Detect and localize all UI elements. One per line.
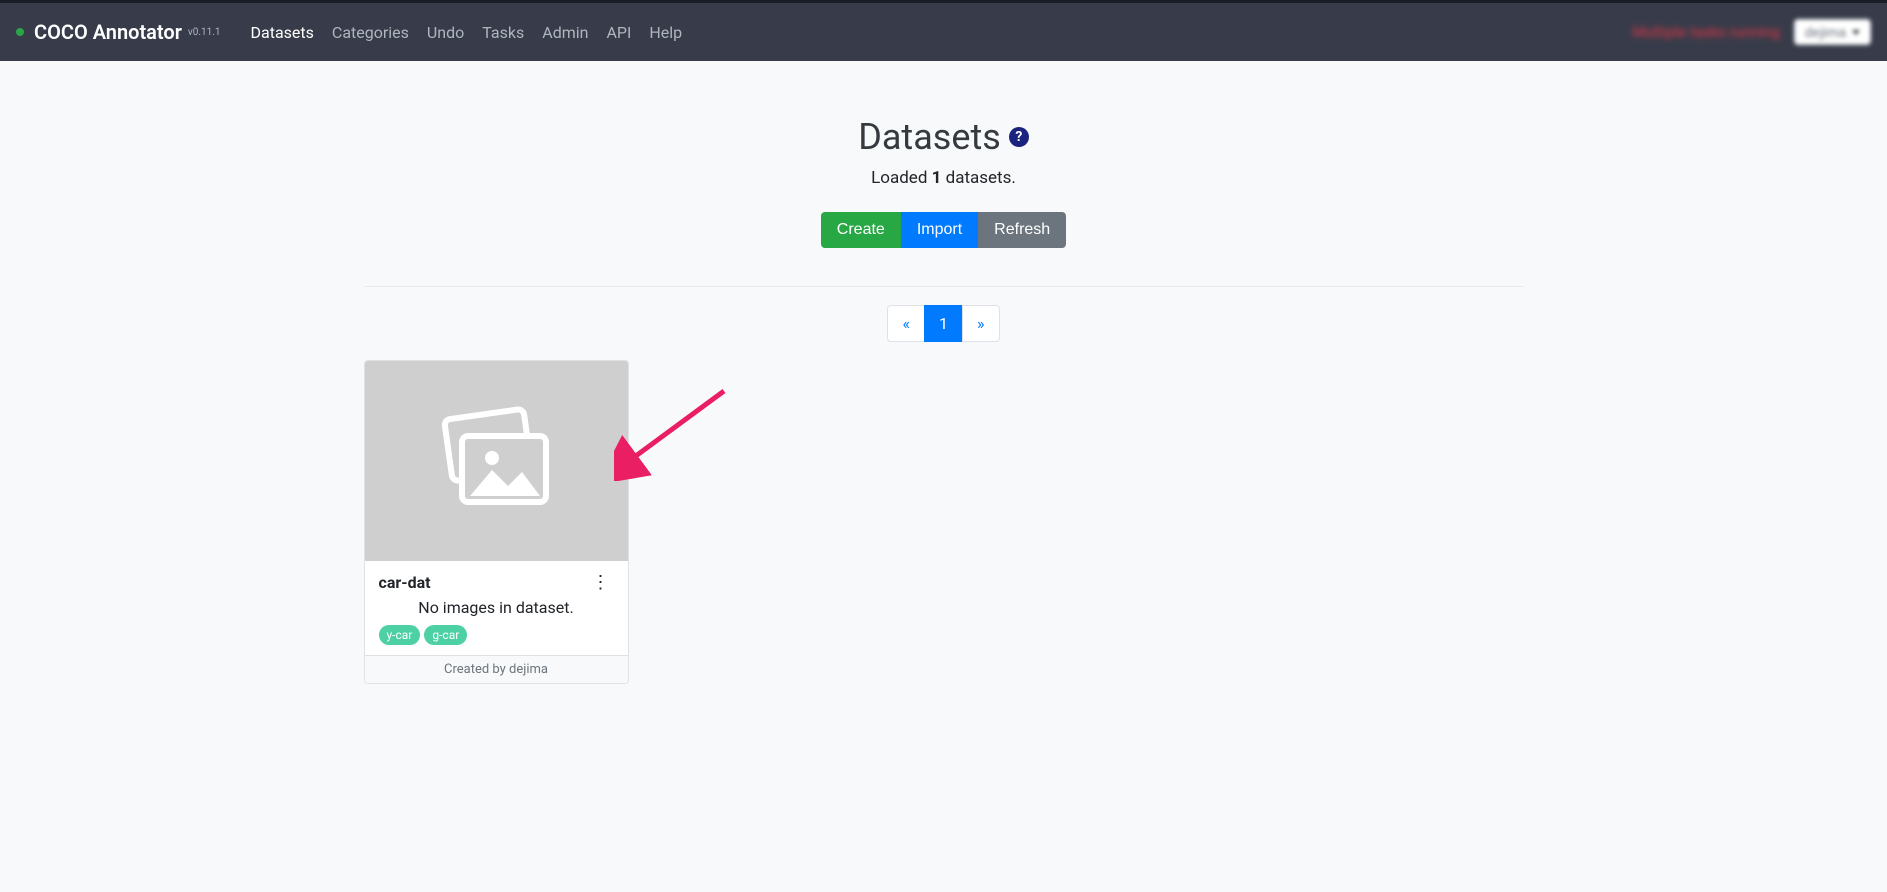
dataset-subtitle: No images in dataset. xyxy=(379,598,614,617)
nav-undo[interactable]: Undo xyxy=(427,15,464,50)
app-brand: COCO Annotator xyxy=(34,20,182,44)
import-button[interactable]: Import xyxy=(901,212,978,248)
page-prev[interactable]: « xyxy=(887,305,925,342)
nav-admin[interactable]: Admin xyxy=(542,15,588,50)
help-icon[interactable]: ? xyxy=(1009,127,1029,147)
app-version: v0.11.1 xyxy=(188,27,221,38)
nav-api[interactable]: API xyxy=(606,15,631,50)
tasks-warning[interactable]: Multiple tasks running xyxy=(1632,23,1779,41)
dataset-name: car-dat xyxy=(379,573,431,592)
dataset-more-menu[interactable]: ⋮ xyxy=(588,574,614,592)
dataset-footer: Created by dejima xyxy=(365,655,628,683)
tag-badge[interactable]: g-car xyxy=(424,625,467,645)
user-name: dejima xyxy=(1805,24,1846,40)
dataset-thumbnail[interactable] xyxy=(365,361,628,561)
nav-datasets[interactable]: Datasets xyxy=(251,15,314,50)
status-indicator xyxy=(16,28,24,36)
action-buttons: Create Import Refresh xyxy=(364,212,1524,248)
tag-badge[interactable]: y-car xyxy=(379,625,421,645)
navbar: COCO Annotator v0.11.1 Datasets Categori… xyxy=(0,3,1887,61)
nav-links: Datasets Categories Undo Tasks Admin API… xyxy=(251,15,683,50)
pagination: « 1 » xyxy=(364,305,1524,342)
page-title: Datasets ? xyxy=(858,116,1029,158)
page-1[interactable]: 1 xyxy=(924,305,963,342)
nav-categories[interactable]: Categories xyxy=(332,15,409,50)
dataset-cards: car-dat ⋮ No images in dataset. y-car g-… xyxy=(364,360,1524,684)
dataset-tags: y-car g-car xyxy=(379,625,614,645)
nav-tasks[interactable]: Tasks xyxy=(482,15,524,50)
loaded-summary: Loaded 1 datasets. xyxy=(364,168,1524,188)
page-next[interactable]: » xyxy=(962,305,1000,342)
dataset-card: car-dat ⋮ No images in dataset. y-car g-… xyxy=(364,360,629,684)
image-placeholder-icon xyxy=(436,406,556,516)
refresh-button[interactable]: Refresh xyxy=(978,212,1066,248)
nav-help[interactable]: Help xyxy=(649,15,682,50)
caret-down-icon xyxy=(1852,30,1860,35)
user-menu-button[interactable]: dejima xyxy=(1794,19,1871,45)
divider xyxy=(364,286,1524,287)
create-button[interactable]: Create xyxy=(821,212,901,248)
